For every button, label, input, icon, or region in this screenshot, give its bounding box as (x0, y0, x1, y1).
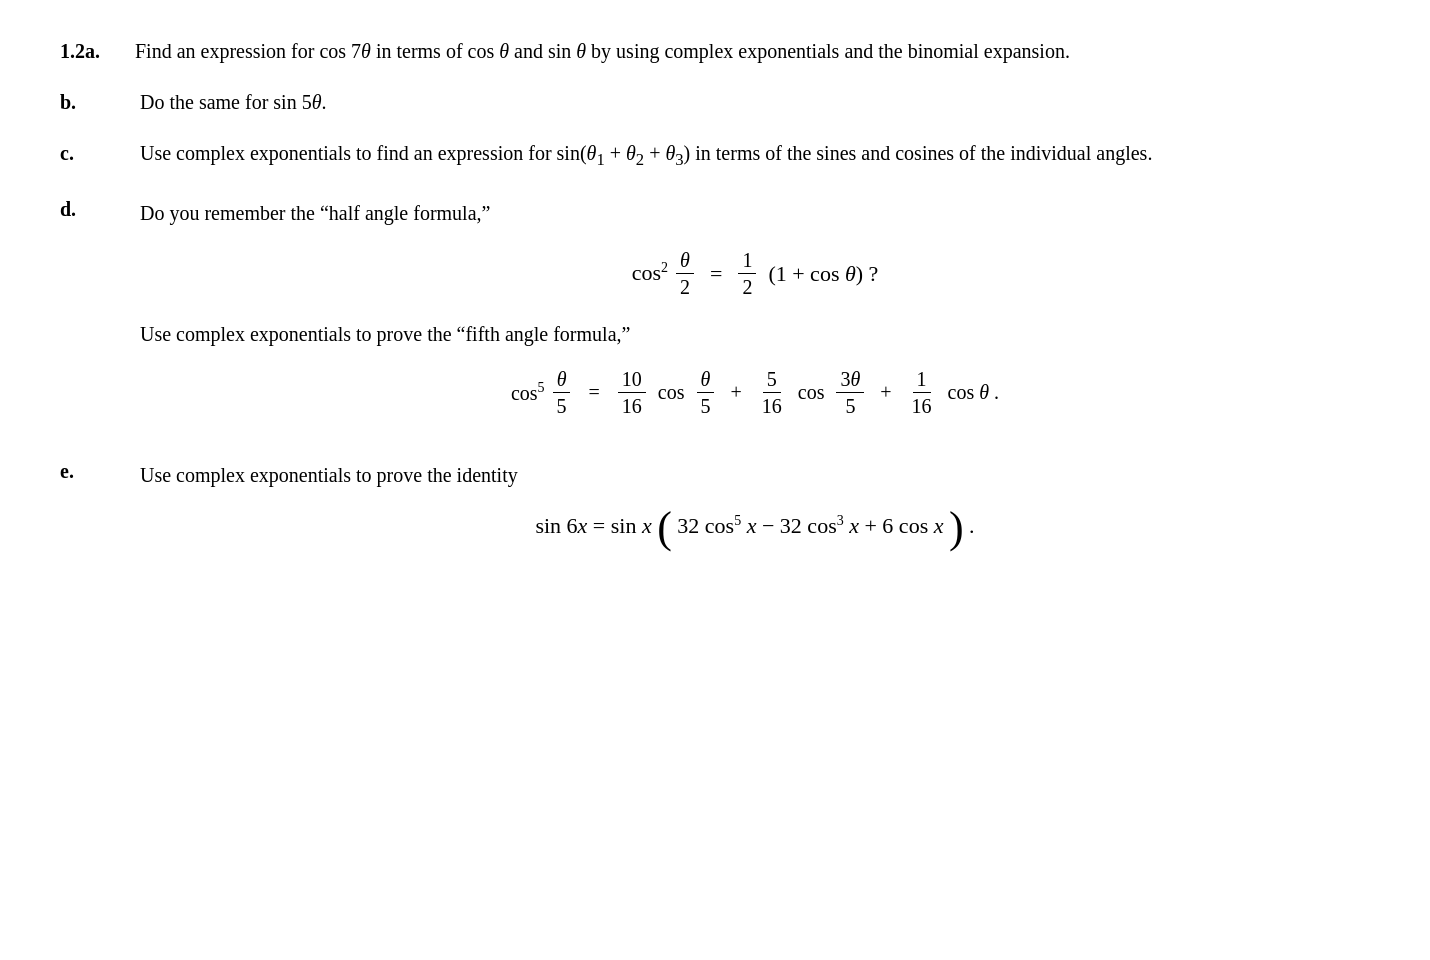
text-d: Do you remember the “half angle formula,… (140, 198, 1370, 436)
text-c: Use complex exponentials to find an expr… (140, 142, 1370, 170)
text-e: Use complex exponentials to prove the id… (140, 460, 1370, 566)
label-e: e. (60, 460, 140, 483)
problem-1-2a: 1.2a. Find an expression for cos 7θ in t… (60, 40, 1370, 63)
text-b: Do the same for sin 5θ. (140, 91, 1370, 114)
problem-d: d. Do you remember the “half angle formu… (60, 198, 1370, 436)
label-b: b. (60, 91, 140, 114)
label-1-2a: 1.2a. (60, 40, 100, 62)
label-d: d. (60, 198, 140, 221)
problem-c: c. Use complex exponentials to find an e… (60, 142, 1370, 170)
text-1-2a: Find an expression for cos 7θ in terms o… (135, 40, 1070, 62)
problem-e: e. Use complex exponentials to prove the… (60, 460, 1370, 566)
identity-formula: sin 6x = sin x ( 32 cos5 x − 32 cos3 x +… (140, 506, 1370, 550)
problem-b: b. Do the same for sin 5θ. (60, 91, 1370, 114)
fifth-angle-intro: Use complex exponentials to prove the “f… (140, 319, 1370, 349)
fifth-angle-formula: cos5 θ 5 = 10 16 cos θ 5 + 5 16 (140, 367, 1370, 418)
half-angle-formula: cos2 θ 2 = 1 2 (1 + cos θ) ? (140, 248, 1370, 299)
label-c: c. (60, 142, 140, 165)
